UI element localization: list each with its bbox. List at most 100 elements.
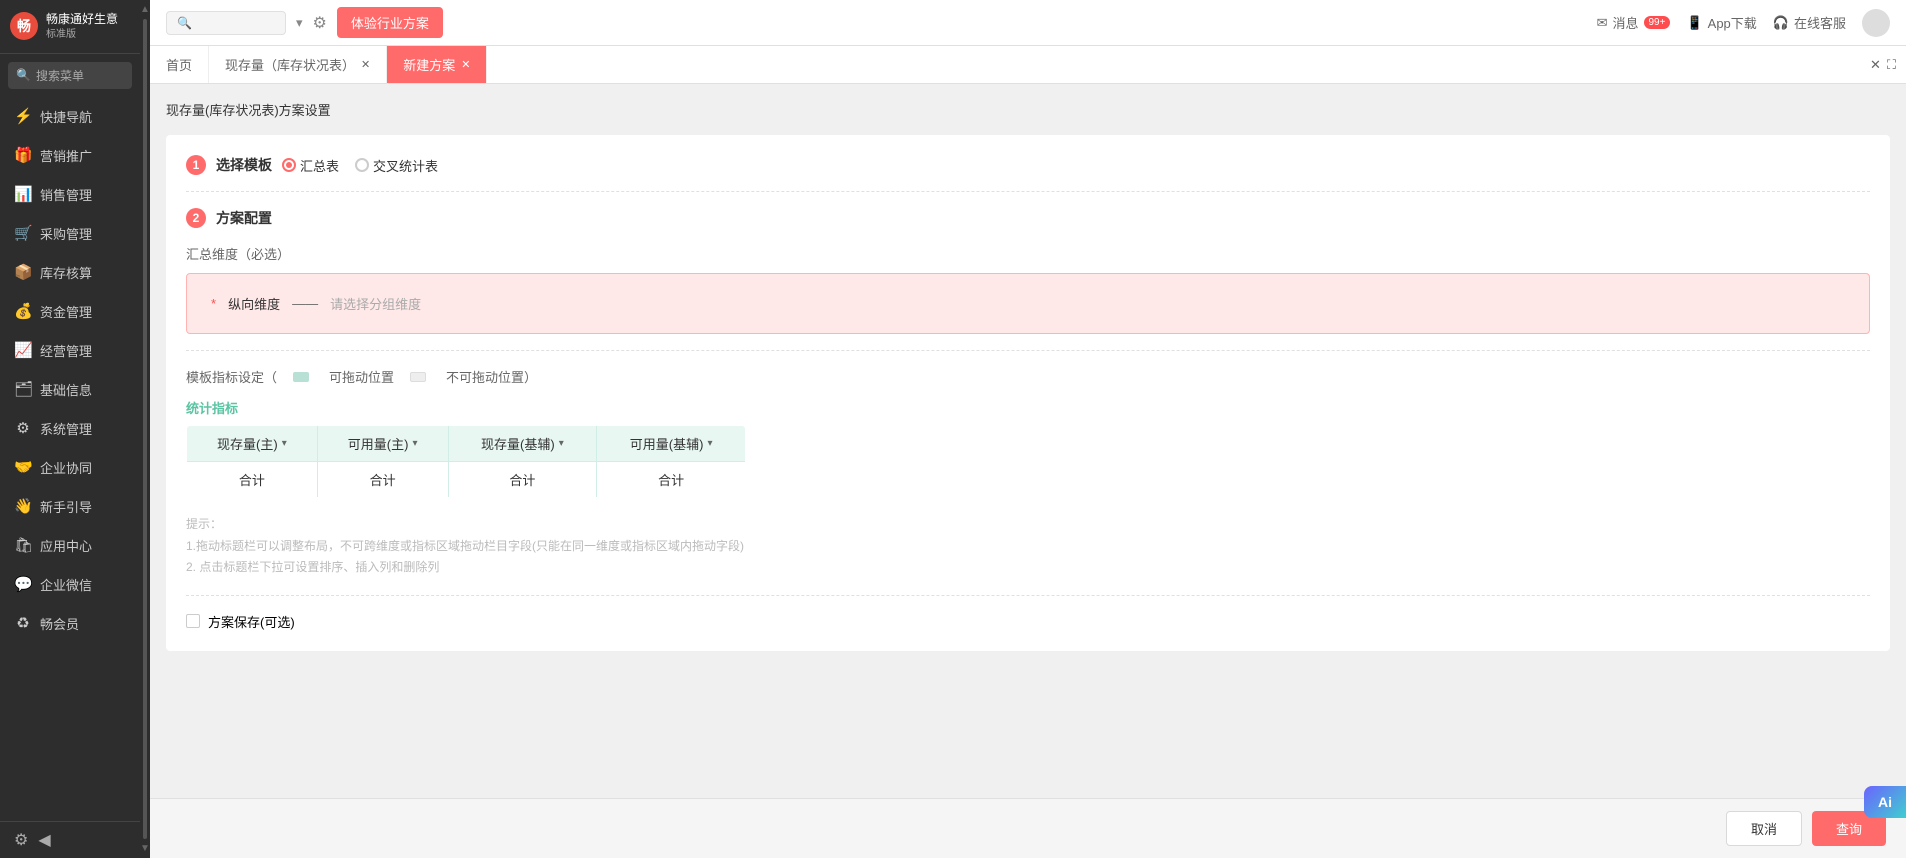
logo-text: 畅康通好生意 标准版	[46, 12, 118, 41]
tab-new-plan-close[interactable]: ✕	[461, 58, 470, 71]
radio-cross-circle	[355, 158, 369, 172]
tab-window-controls: ✕ ⛶	[1860, 57, 1906, 73]
divider-2	[186, 350, 1870, 351]
maximize-icon[interactable]: ⛶	[1887, 57, 1896, 73]
non-draggable-badge	[410, 372, 426, 382]
radio-summary-circle	[282, 158, 296, 172]
sidebar: 畅 畅康通好生意 标准版 🔍 搜索菜单 ⚡ 快捷导航 🎁 营销推广 📊 销售管理…	[0, 0, 140, 858]
col-header-2[interactable]: 现存量(基辅) ▾	[448, 426, 597, 462]
topbar-settings-icon[interactable]: ⚙	[313, 13, 327, 33]
table-row: 合计 合计 合计 合计	[187, 462, 746, 498]
col-0-chevron: ▾	[282, 438, 287, 449]
topbar-right: ✉ 消息 99+ 📱 App下载 🎧 在线客服	[1597, 9, 1890, 37]
basic-info-icon: 🗂	[14, 380, 32, 398]
save-checkbox[interactable]	[186, 614, 200, 628]
tips-title: 提示：	[186, 517, 222, 531]
sidebar-item-quick-nav[interactable]: ⚡ 快捷导航	[0, 97, 140, 136]
step1-row: 1 选择模板 汇总表 交叉统计表	[186, 155, 1870, 175]
tab-new-plan[interactable]: 新建方案 ✕	[387, 46, 487, 83]
radio-cross-label: 交叉统计表	[373, 156, 438, 175]
online-service-label: 在线客服	[1794, 13, 1846, 32]
col-header-3[interactable]: 可用量(基辅) ▾	[597, 426, 746, 462]
user-avatar[interactable]	[1862, 9, 1890, 37]
purchase-icon: 🛒	[14, 224, 32, 242]
sidebar-item-label: 资金管理	[40, 302, 92, 321]
divider-3	[186, 595, 1870, 596]
minimize-icon[interactable]: ✕	[1870, 57, 1881, 73]
col-3-label: 可用量(基辅)	[630, 434, 704, 453]
step2-row: 2 方案配置	[186, 208, 1870, 228]
step2-badge: 2	[186, 208, 206, 228]
sidebar-item-finance[interactable]: 💰 资金管理	[0, 292, 140, 331]
sidebar-item-app-center[interactable]: 🛍 应用中心	[0, 526, 140, 565]
scroll-up-btn[interactable]: ▲	[140, 4, 150, 15]
sidebar-item-label: 畅会员	[40, 614, 79, 633]
tab-inventory-label: 现存量（库存状况表）	[225, 55, 355, 74]
main-area: 🔍 ▾ ⚙ 体验行业方案 ✉ 消息 99+ 📱 App下载 🎧 在线客服	[150, 0, 1906, 858]
sidebar-item-label: 新手引导	[40, 497, 92, 516]
operations-icon: 📈	[14, 341, 32, 359]
guide-icon: 👋	[14, 497, 32, 515]
app-center-icon: 🛍	[14, 536, 32, 554]
sidebar-item-purchase[interactable]: 🛒 采购管理	[0, 214, 140, 253]
sidebar-item-sales[interactable]: 📊 销售管理	[0, 175, 140, 214]
dim-label: 纵向维度	[228, 294, 280, 313]
message-group[interactable]: ✉ 消息 99+	[1597, 13, 1671, 32]
sidebar-item-label: 系统管理	[40, 419, 92, 438]
step1-title: 选择模板	[216, 155, 272, 175]
col-2-label: 现存量(基辅)	[481, 434, 555, 453]
template-radio-group: 汇总表 交叉统计表	[282, 156, 438, 175]
collapse-icon[interactable]: ◀	[38, 830, 50, 850]
scroll-thumb[interactable]	[143, 19, 147, 839]
scroll-down-btn[interactable]: ▼	[140, 843, 150, 854]
online-service-group[interactable]: 🎧 在线客服	[1773, 13, 1846, 32]
col-header-0[interactable]: 现存量(主) ▾	[187, 426, 318, 462]
sidebar-item-label: 营销推广	[40, 146, 92, 165]
radio-summary[interactable]: 汇总表	[282, 156, 339, 175]
sidebar-item-label: 采购管理	[40, 224, 92, 243]
tab-new-plan-label: 新建方案	[403, 55, 455, 74]
dimension-area[interactable]: * 纵向维度 —— 请选择分组维度	[186, 273, 1870, 334]
footer: 取消 查询	[150, 798, 1906, 858]
sidebar-item-basic-info[interactable]: 🗂 基础信息	[0, 370, 140, 409]
message-label: 消息	[1612, 13, 1638, 32]
message-icon: ✉	[1597, 15, 1608, 31]
cancel-button[interactable]: 取消	[1726, 811, 1802, 846]
sidebar-item-wechat[interactable]: 💬 企业微信	[0, 565, 140, 604]
sidebar-scrollbar[interactable]: ▲ ▼	[140, 0, 150, 858]
industry-solution-button[interactable]: 体验行业方案	[337, 7, 443, 38]
radio-cross[interactable]: 交叉统计表	[355, 156, 438, 175]
cooperation-icon: 🤝	[14, 458, 32, 476]
search-icon: 🔍	[16, 68, 31, 82]
sidebar-search[interactable]: 🔍 搜索菜单	[8, 62, 132, 89]
sidebar-item-marketing[interactable]: 🎁 营销推广	[0, 136, 140, 175]
tips-section: 提示： 1.拖动标题栏可以调整布局，不可跨维度或指标区域拖动栏目字段(只能在同一…	[186, 514, 1870, 579]
topbar-dropdown-icon[interactable]: ▾	[296, 15, 303, 31]
ai-button[interactable]: Ai	[1864, 786, 1906, 818]
tab-home[interactable]: 首页	[150, 46, 209, 83]
logo-icon: 畅	[10, 12, 38, 40]
tab-inventory-close[interactable]: ✕	[361, 58, 370, 71]
sidebar-item-operations[interactable]: 📈 经营管理	[0, 331, 140, 370]
cell-1: 合计	[317, 462, 448, 498]
sidebar-item-label: 经营管理	[40, 341, 92, 360]
app-download-group[interactable]: 📱 App下载	[1686, 13, 1756, 32]
app-name: 畅康通好生意	[46, 12, 118, 28]
sidebar-item-label: 基础信息	[40, 380, 92, 399]
tab-inventory-status[interactable]: 现存量（库存状况表） ✕	[209, 46, 387, 83]
topbar-search-icon: 🔍	[177, 16, 192, 30]
sidebar-item-system[interactable]: ⚙ 系统管理	[0, 409, 140, 448]
sidebar-item-member[interactable]: ♻ 畅会员	[0, 604, 140, 643]
topbar: 🔍 ▾ ⚙ 体验行业方案 ✉ 消息 99+ 📱 App下载 🎧 在线客服	[150, 0, 1906, 46]
app-download-label: App下载	[1708, 13, 1757, 32]
col-header-1[interactable]: 可用量(主) ▾	[317, 426, 448, 462]
sidebar-item-inventory[interactable]: 📦 库存核算	[0, 253, 140, 292]
topbar-search[interactable]: 🔍	[166, 11, 286, 35]
finance-icon: 💰	[14, 302, 32, 320]
sidebar-item-guide[interactable]: 👋 新手引导	[0, 487, 140, 526]
page-title: 现存量(库存状况表)方案设置	[166, 100, 1890, 119]
sidebar-item-cooperation[interactable]: 🤝 企业协同	[0, 448, 140, 487]
message-badge: 99+	[1644, 16, 1671, 29]
settings-bottom-icon[interactable]: ⚙	[14, 830, 28, 850]
step2-title: 方案配置	[216, 208, 272, 228]
